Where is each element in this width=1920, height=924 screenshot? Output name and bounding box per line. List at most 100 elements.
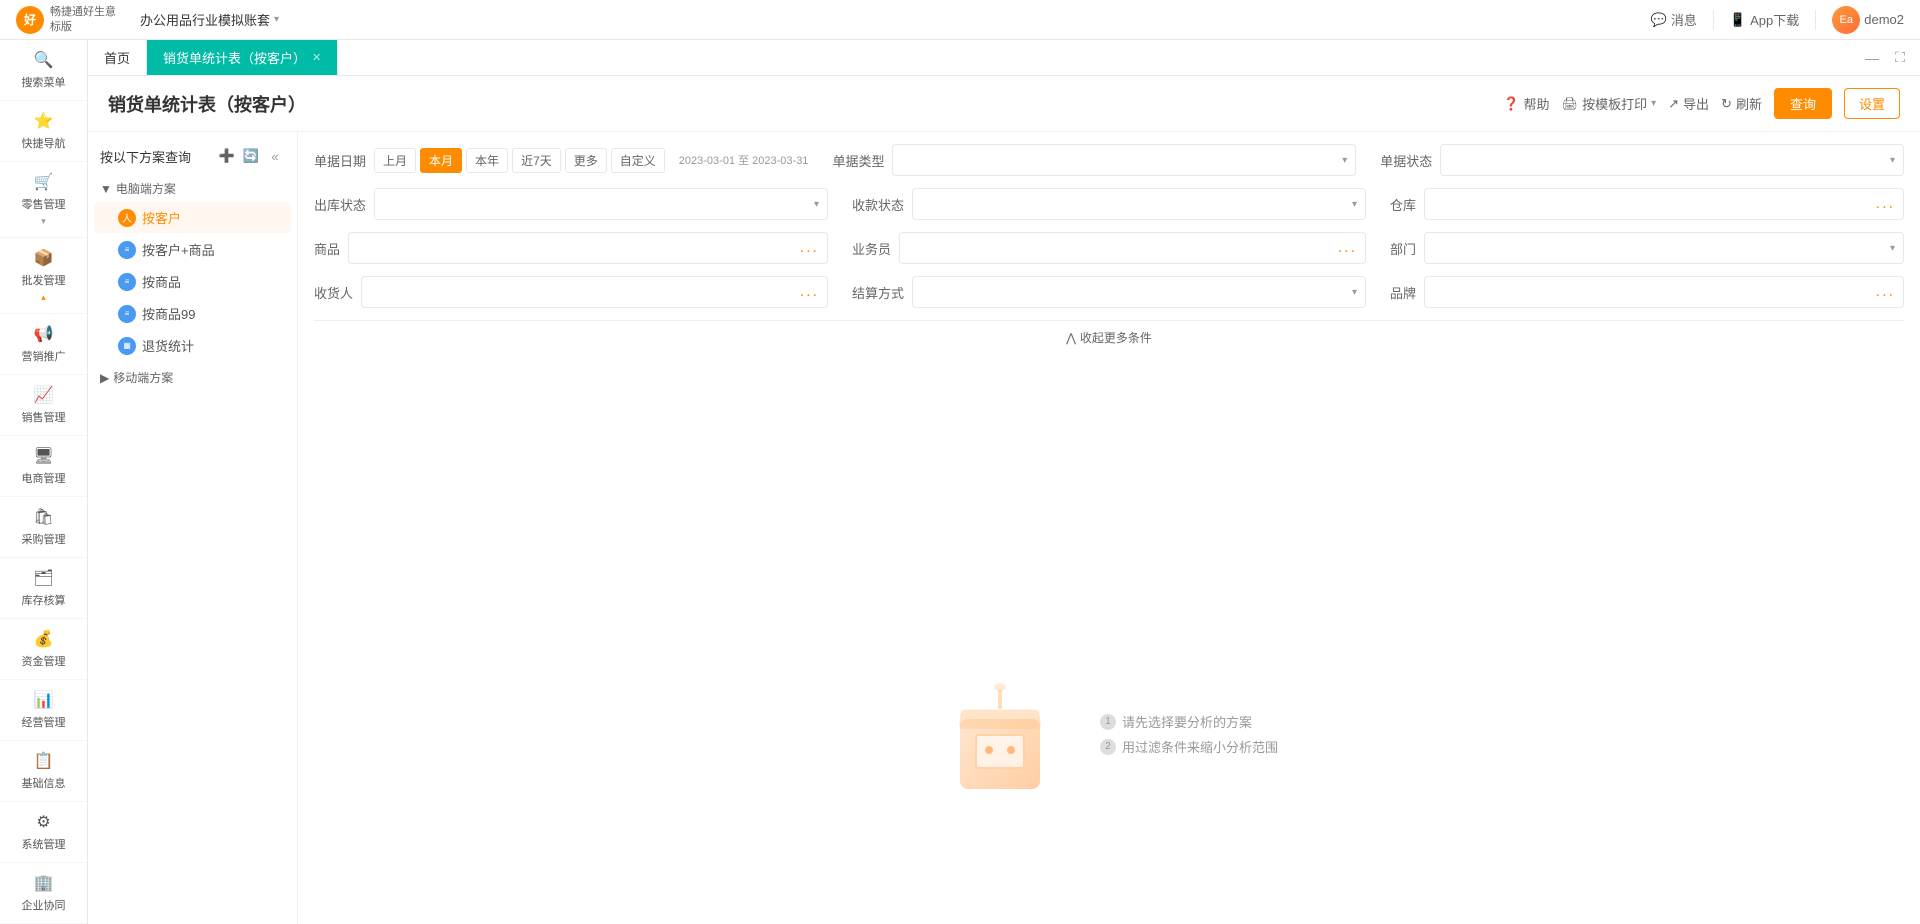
app-title-area[interactable]: 办公用品行业模拟账套 ▾ [140,10,279,29]
filter-item-out-status: 出库状态 ▾ [314,188,828,220]
brand-input[interactable]: ... [1424,276,1904,308]
scheme-item-by-product-icon: ≡ [118,273,136,291]
scheme-group-pc: ▼ 电脑端方案 人 按客户 ≡ 按客户+商品 [88,176,297,361]
collapse-bar[interactable]: ⋀ 收起更多条件 [314,320,1904,354]
sales-icon: 📈 [34,385,54,405]
help-icon: ❓ [1503,96,1519,112]
date-btn-this-month[interactable]: 本月 [420,148,462,173]
out-status-input[interactable]: ▾ [374,188,828,220]
tab-close-icon[interactable]: ✕ [312,51,321,64]
filter-item-brand: 品牌 ... [1390,276,1904,308]
refresh-icon: ↻ [1721,96,1732,112]
scheme-refresh-button[interactable]: 🔄 [241,146,261,166]
user-name: demo2 [1864,12,1904,27]
receiver-input[interactable]: ... [361,276,828,308]
sidebar-item-quicknav[interactable]: ⭐ 快捷导航 [0,101,87,162]
hint-text-2: 用过滤条件来缩小分析范围 [1122,737,1278,756]
product-input[interactable]: ... [348,232,828,264]
scheme-item-by-customer-product[interactable]: ≡ 按客户+商品 [94,234,291,265]
date-btn-more[interactable]: 更多 [565,148,607,173]
filter-item-receiver: 收货人 ... [314,276,828,308]
print-icon: 🖨 [1562,96,1579,112]
dept-input[interactable]: ▾ [1424,232,1904,264]
scheme-item-by-product-99[interactable]: ≡ 按商品99 [94,298,291,329]
settlement-input[interactable]: ▾ [912,276,1366,308]
sidebar-item-purchase[interactable]: 🛍 采购管理 [0,497,87,558]
scheme-group-pc-header[interactable]: ▼ 电脑端方案 [88,176,297,201]
warehouse-input[interactable]: ... [1424,188,1904,220]
filter-row-3: 商品 ... 业务员 [314,232,1904,264]
sidebar-item-operations[interactable]: 📊 经营管理 [0,680,87,741]
sidebar-item-ecommerce[interactable]: 🖥 电商管理 [0,436,87,497]
print-template-button[interactable]: 🖨 按模板打印 ▾ [1562,94,1657,113]
user-avatar: Ea [1832,6,1860,34]
warehouse-label: 仓库 [1390,195,1416,214]
illus-flap [959,710,1041,729]
sidebar-item-system[interactable]: ⚙ 系统管理 [0,802,87,863]
scheme-item-by-customer[interactable]: 人 按客户 [94,202,291,233]
export-button[interactable]: ↗ 导出 [1668,94,1709,113]
sidebar-item-search[interactable]: 🔍 搜索菜单 [0,40,87,101]
sidebar-item-inventory[interactable]: 🗂 库存核算 [0,558,87,619]
logo-text: 畅捷通好生意标版 [50,5,116,34]
sidebar-item-finance[interactable]: 💰 资金管理 [0,619,87,680]
refresh-button[interactable]: ↻ 刷新 [1721,94,1762,113]
tab-home[interactable]: 首页 [88,40,147,75]
brand-dots-icon[interactable]: ... [1876,283,1895,301]
user-area[interactable]: Ea demo2 [1832,6,1904,34]
warehouse-dots-icon[interactable]: ... [1876,195,1895,213]
tab-maximize-button[interactable]: ⛶ [1888,46,1912,70]
tab-bar: 首页 销货单统计表（按客户） ✕ — ⛶ [88,40,1920,76]
scheme-add-button[interactable]: ➕ [217,146,237,166]
sidebar-item-wholesale[interactable]: 📦 批发管理 ▴ [0,238,87,314]
right-panel: 单据日期 上月 本月 本年 近7天 更多 自定义 [298,132,1920,924]
main-layout: 🔍 搜索菜单 ⭐ 快捷导航 🛒 零售管理 ▾ 📦 批发管理 ▴ 📢 营销推广 📈… [0,0,1920,924]
content-area: 按以下方案查询 ➕ 🔄 « ▼ 电脑端方案 [88,132,1920,924]
date-range: 2023-03-01 至 2023-03-31 [679,152,809,168]
tab-sales-stats[interactable]: 销货单统计表（按客户） ✕ [147,40,338,75]
help-button[interactable]: ❓ 帮助 [1503,94,1549,113]
app-download-button[interactable]: 📱 App下载 [1730,10,1799,29]
scheme-collapse-button[interactable]: « [265,146,285,166]
doc-type-input[interactable]: ▾ [892,144,1356,176]
page-header-actions: ❓ 帮助 🖨 按模板打印 ▾ ↗ 导出 ↻ [1503,88,1900,119]
sidebar-label-search: 搜索菜单 [22,74,66,90]
receipt-status-input[interactable]: ▾ [912,188,1366,220]
scheme-item-by-product[interactable]: ≡ 按商品 [94,266,291,297]
date-btn-last-7[interactable]: 近7天 [512,148,561,173]
logo-icon: 好 [16,6,44,34]
sidebar-item-retail[interactable]: 🛒 零售管理 ▾ [0,162,87,238]
settings-button[interactable]: 设置 [1844,88,1900,119]
date-btn-this-year[interactable]: 本年 [466,148,508,173]
salesperson-dots-icon[interactable]: ... [1338,239,1357,257]
product-dots-icon[interactable]: ... [800,239,819,257]
date-btn-last-month[interactable]: 上月 [374,148,416,173]
scheme-group-mobile-header[interactable]: ▶ 移动端方案 [88,365,297,390]
query-button[interactable]: 查询 [1774,88,1832,119]
scheme-panel-title: 按以下方案查询 [100,147,191,166]
date-buttons: 上月 本月 本年 近7天 更多 自定义 [374,148,665,173]
filter-item-warehouse: 仓库 ... [1390,188,1904,220]
tab-minimize-button[interactable]: — [1860,46,1884,70]
sidebar-item-enterprise[interactable]: 🏢 企业协同 [0,863,87,924]
dept-arrow-icon: ▾ [1890,243,1895,254]
doc-status-input[interactable]: ▾ [1440,144,1904,176]
wholesale-icon: 📦 [34,248,54,268]
retail-expand-icon: ▾ [41,216,46,227]
salesperson-input[interactable]: ... [899,232,1366,264]
message-button[interactable]: 💬 消息 [1651,10,1697,29]
scheme-item-return-stats[interactable]: ▦ 退货统计 [94,330,291,361]
page-header: 销货单统计表（按客户） ❓ 帮助 🖨 按模板打印 ▾ ↗ [88,76,1920,132]
date-btn-custom[interactable]: 自定义 [611,148,665,173]
top-header: 好 畅捷通好生意标版 办公用品行业模拟账套 ▾ 💬 消息 📱 App下载 Ea … [0,0,1920,40]
scheme-item-by-customer-icon: 人 [118,209,136,227]
sidebar-item-marketing[interactable]: 📢 营销推广 [0,314,87,375]
sidebar-item-basicinfo[interactable]: 📋 基础信息 [0,741,87,802]
sidebar-label-operations: 经营管理 [22,714,66,730]
filter-row-4: 收货人 ... 结算方式 [314,276,1904,308]
scheme-item-by-customer-product-label: 按客户+商品 [142,240,215,259]
receiver-dots-icon[interactable]: ... [800,283,819,301]
sidebar-item-sales[interactable]: 📈 销售管理 [0,375,87,436]
sidebar-label-quicknav: 快捷导航 [22,135,66,151]
sidebar-label-sales: 销售管理 [22,409,66,425]
